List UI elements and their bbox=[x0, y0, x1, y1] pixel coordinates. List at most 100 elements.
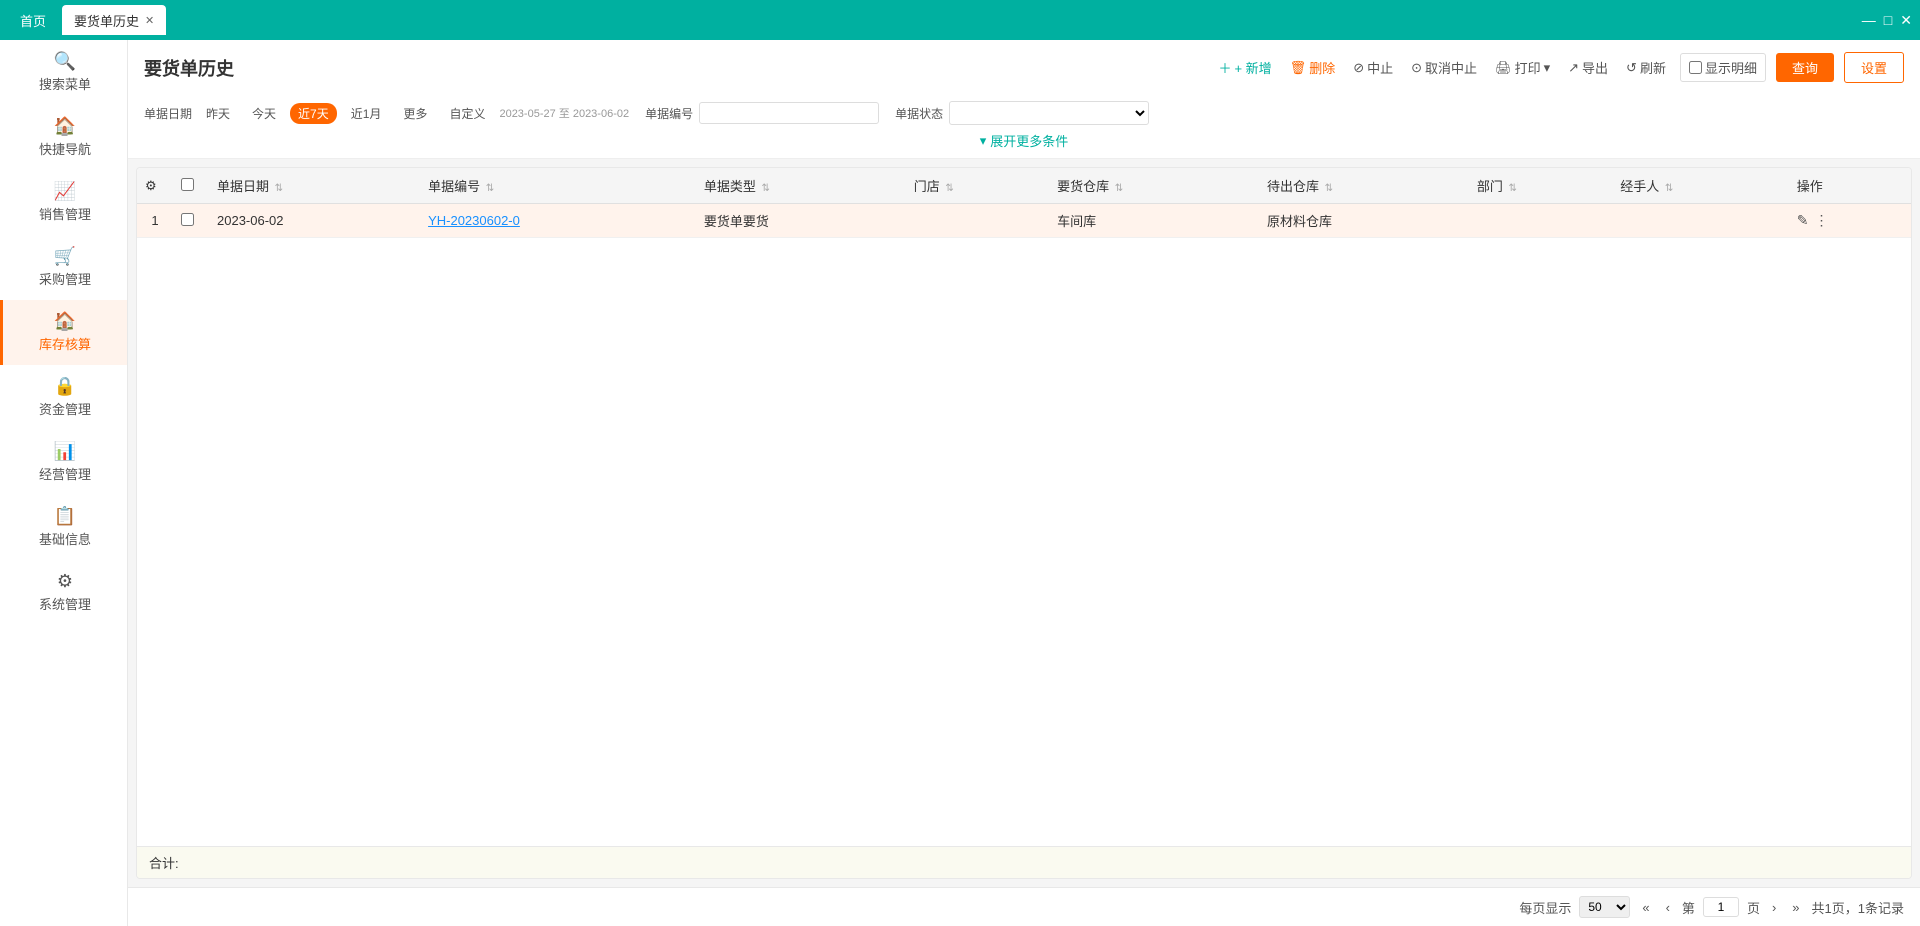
minimize-icon[interactable]: — bbox=[1862, 12, 1876, 28]
sidebar-item-search-menu[interactable]: 🔍 搜索菜单 bbox=[0, 40, 127, 105]
last-page-btn[interactable]: » bbox=[1788, 898, 1803, 917]
page-size-select[interactable]: 50 10 20 100 bbox=[1579, 896, 1630, 918]
order-num-filter-item: 单据编号 bbox=[645, 102, 879, 124]
date-range-text: 2023-05-27 至 2023-06-02 bbox=[499, 105, 629, 121]
cell-checkbox bbox=[173, 204, 209, 238]
sidebar-item-system[interactable]: ⚙ 系统管理 bbox=[0, 560, 127, 625]
tab-home[interactable]: 首页 bbox=[8, 5, 58, 35]
tab-order-history[interactable]: 要货单历史 ✕ bbox=[62, 5, 166, 35]
tab-close-icon[interactable]: ✕ bbox=[145, 14, 154, 27]
display-cell-button[interactable]: 显示明细 bbox=[1680, 53, 1766, 82]
refresh-button[interactable]: ↺ 刷新 bbox=[1622, 58, 1670, 77]
cell-type: 要货单要货 bbox=[696, 204, 906, 238]
display-cell-checkbox[interactable] bbox=[1689, 61, 1702, 74]
more-icon[interactable]: ⋮ bbox=[1815, 212, 1829, 229]
filter-row-2: ▾ 展开更多条件 bbox=[144, 131, 1904, 150]
new-button[interactable]: ＋ + 新增 bbox=[1214, 58, 1275, 77]
table-body: 1 2023-06-02 YH-20230602-0 要货单要货 车间库 原材料… bbox=[137, 204, 1911, 238]
sidebar-item-operation[interactable]: 📊 经营管理 bbox=[0, 430, 127, 495]
settings-button[interactable]: 设置 bbox=[1844, 52, 1904, 83]
order-status-select[interactable] bbox=[949, 101, 1149, 125]
sales-icon: 📈 bbox=[54, 182, 76, 200]
pagination-bar: 每页显示 50 10 20 100 « ‹ 第 页 › » 共1页，1条记录 bbox=[128, 887, 1920, 926]
sidebar-item-quick-nav[interactable]: 🏠 快捷导航 bbox=[0, 105, 127, 170]
table-header-row: ⚙ 单据日期 ⇅ 单据编号 ⇅ 单据类型 bbox=[137, 168, 1911, 204]
expand-more-button[interactable]: ▾ 展开更多条件 bbox=[980, 131, 1069, 150]
col-handler: 经手人 ⇅ bbox=[1612, 168, 1789, 204]
col-type-sort-icon: ⇅ bbox=[762, 183, 770, 194]
expand-more-label: 展开更多条件 bbox=[990, 131, 1068, 150]
date-label: 单据日期 bbox=[144, 105, 192, 122]
cell-store bbox=[906, 204, 1049, 238]
col-req-warehouse: 要货仓库 ⇅ bbox=[1049, 168, 1259, 204]
tab-list: 首页 要货单历史 ✕ bbox=[8, 5, 1862, 35]
next-page-btn[interactable]: › bbox=[1768, 898, 1780, 917]
cell-date: 2023-06-02 bbox=[209, 204, 420, 238]
col-pending-warehouse-sort-icon: ⇅ bbox=[1325, 183, 1333, 194]
date-btn-1month[interactable]: 近1月 bbox=[343, 103, 390, 124]
row-checkbox[interactable] bbox=[181, 213, 194, 226]
date-btn-7days[interactable]: 近7天 bbox=[290, 103, 337, 124]
col-settings: ⚙ bbox=[137, 168, 173, 204]
sidebar-item-basic-info-label: 基础信息 bbox=[39, 529, 91, 548]
date-btn-yesterday[interactable]: 昨天 bbox=[198, 103, 238, 124]
stop-button[interactable]: ⊘ 中止 bbox=[1349, 58, 1397, 77]
tab-home-label: 首页 bbox=[20, 11, 46, 30]
edit-icon[interactable]: ✎ bbox=[1797, 212, 1809, 229]
cell-row-num: 1 bbox=[137, 204, 173, 238]
cell-req-warehouse: 车间库 bbox=[1049, 204, 1259, 238]
col-checkbox bbox=[173, 168, 209, 204]
export-icon: ↗ bbox=[1568, 60, 1579, 76]
sidebar-item-finance[interactable]: 🔒 资金管理 bbox=[0, 365, 127, 430]
date-btn-more[interactable]: 更多 bbox=[395, 103, 435, 124]
expand-icon: ▾ bbox=[980, 133, 987, 149]
cell-num[interactable]: YH-20230602-0 bbox=[420, 204, 696, 238]
first-page-btn[interactable]: « bbox=[1638, 898, 1653, 917]
close-icon[interactable]: ✕ bbox=[1900, 12, 1912, 29]
col-req-warehouse-sort-icon: ⇅ bbox=[1115, 183, 1123, 194]
tab-order-history-label: 要货单历史 bbox=[74, 11, 139, 30]
sidebar-item-operation-label: 经营管理 bbox=[39, 464, 91, 483]
print-icon: 🖨 bbox=[1495, 60, 1512, 76]
finance-icon: 🔒 bbox=[54, 377, 76, 395]
delete-icon: 🗑 bbox=[1290, 60, 1307, 76]
cancel-stop-button[interactable]: ⊙ 取消中止 bbox=[1407, 58, 1481, 77]
order-num-input[interactable] bbox=[699, 102, 879, 124]
col-type: 单据类型 ⇅ bbox=[696, 168, 906, 204]
col-dept: 部门 ⇅ bbox=[1469, 168, 1612, 204]
print-button[interactable]: 🖨 打印 ▾ bbox=[1491, 58, 1554, 77]
col-handler-sort-icon: ⇅ bbox=[1665, 183, 1673, 194]
query-button[interactable]: 查询 bbox=[1776, 53, 1834, 82]
sidebar-item-finance-label: 资金管理 bbox=[39, 399, 91, 418]
export-button[interactable]: ↗ 导出 bbox=[1564, 58, 1612, 77]
sidebar-item-inventory[interactable]: 🏠 库存核算 bbox=[0, 300, 127, 365]
sidebar-item-sales[interactable]: 📈 销售管理 bbox=[0, 170, 127, 235]
prev-page-btn[interactable]: ‹ bbox=[1662, 898, 1674, 917]
sidebar-item-search-menu-label: 搜索菜单 bbox=[39, 74, 91, 93]
order-num-label: 单据编号 bbox=[645, 105, 693, 122]
page-title-row: 要货单历史 ＋ + 新增 🗑 删除 ⊘ 中止 ⊙ bbox=[144, 52, 1904, 83]
date-btn-today[interactable]: 今天 bbox=[244, 103, 284, 124]
date-btn-custom[interactable]: 自定义 bbox=[441, 103, 493, 124]
maximize-icon[interactable]: □ bbox=[1884, 12, 1892, 28]
select-all-checkbox[interactable] bbox=[181, 178, 194, 191]
order-status-label: 单据状态 bbox=[895, 105, 943, 122]
sidebar-item-purchase[interactable]: 🛒 采购管理 bbox=[0, 235, 127, 300]
page-size-label: 每页显示 bbox=[1519, 898, 1571, 917]
delete-button[interactable]: 🗑 删除 bbox=[1286, 58, 1340, 77]
sidebar-item-basic-info[interactable]: 📋 基础信息 bbox=[0, 495, 127, 560]
col-dept-sort-icon: ⇅ bbox=[1508, 183, 1516, 194]
order-num-link[interactable]: YH-20230602-0 bbox=[428, 213, 520, 228]
search-menu-icon: 🔍 bbox=[54, 52, 76, 70]
page-number-input[interactable] bbox=[1703, 897, 1739, 917]
page-header: 要货单历史 ＋ + 新增 🗑 删除 ⊘ 中止 ⊙ bbox=[128, 40, 1920, 159]
filter-row-1: 单据日期 昨天 今天 近7天 近1月 更多 自定义 2023-05-27 至 2… bbox=[144, 101, 1904, 125]
sidebar-item-sales-label: 销售管理 bbox=[39, 204, 91, 223]
cell-dept bbox=[1469, 204, 1612, 238]
action-icons: ✎ ⋮ bbox=[1797, 212, 1903, 229]
col-date-sort-icon: ⇅ bbox=[275, 183, 283, 194]
print-dropdown-icon: ▾ bbox=[1544, 60, 1551, 76]
col-date: 单据日期 ⇅ bbox=[209, 168, 420, 204]
table-container: ⚙ 单据日期 ⇅ 单据编号 ⇅ 单据类型 bbox=[136, 167, 1912, 879]
order-status-filter-item: 单据状态 bbox=[895, 101, 1149, 125]
